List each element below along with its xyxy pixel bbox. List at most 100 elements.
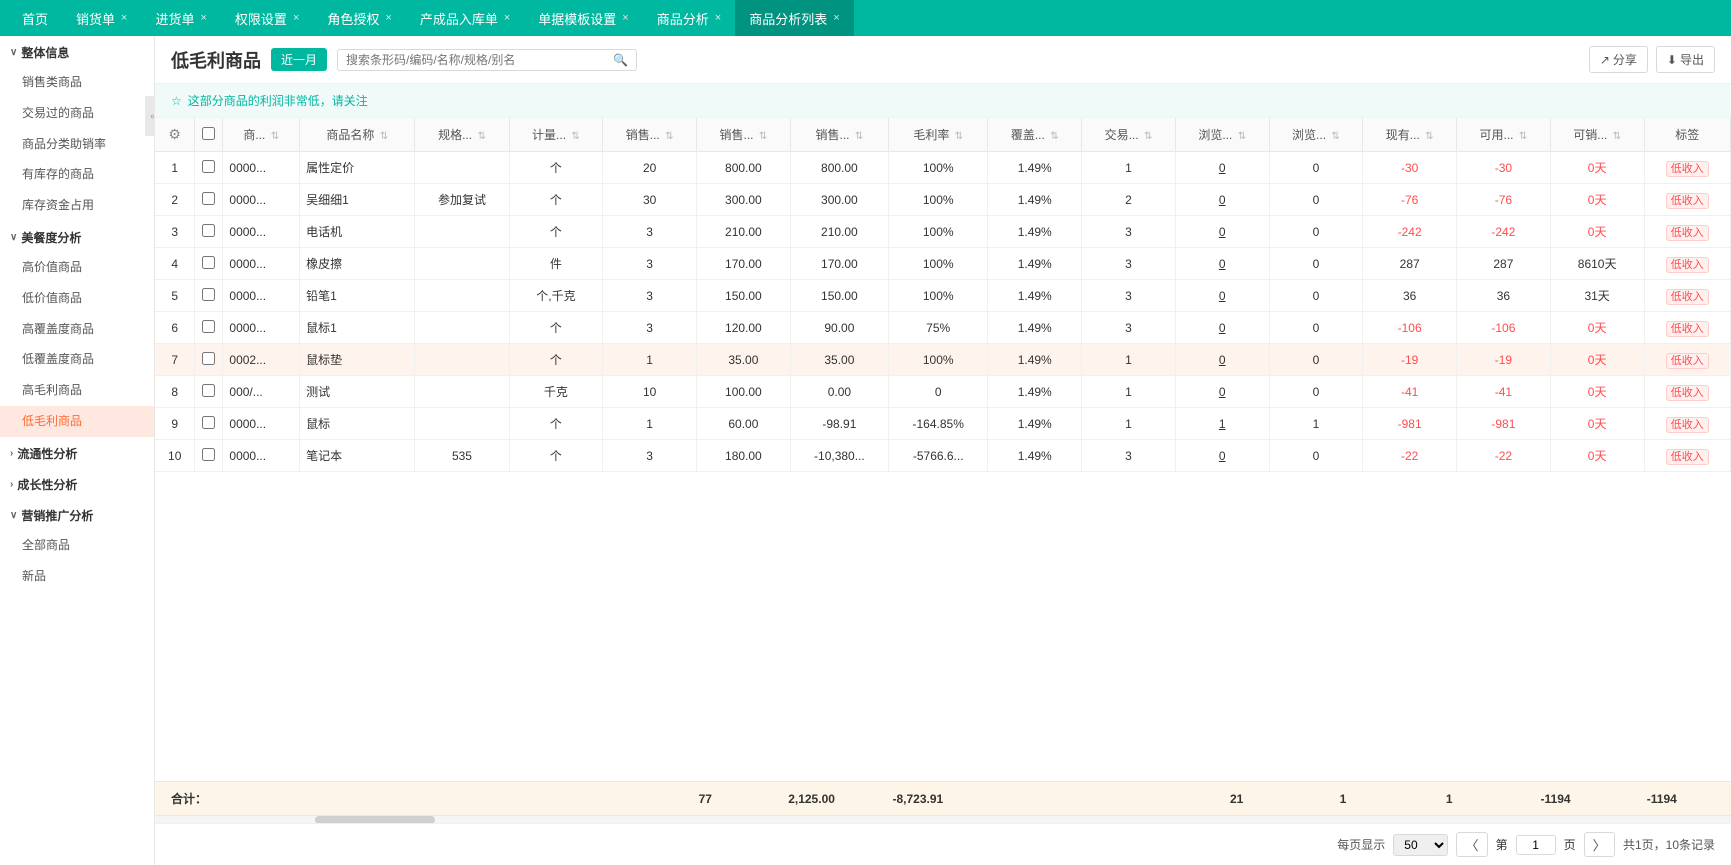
th-checkbox[interactable]: [195, 118, 223, 152]
row-view1[interactable]: 0: [1175, 344, 1269, 376]
sidebar-item-all-products[interactable]: 全部商品: [0, 530, 154, 561]
date-filter-button[interactable]: 近一月: [271, 48, 327, 71]
row-checkbox[interactable]: [202, 288, 215, 301]
row-checkbox-cell[interactable]: [195, 184, 223, 216]
th-sales-price[interactable]: 销售... ⇅: [697, 118, 791, 152]
sidebar-group-marketing-analysis[interactable]: ∨ 营销推广分析: [0, 499, 154, 530]
search-input[interactable]: [346, 53, 613, 67]
nav-close-template[interactable]: ×: [622, 12, 628, 24]
sidebar-item-high-value[interactable]: 高价值商品: [0, 252, 154, 283]
sidebar-item-traded-products[interactable]: 交易过的商品: [0, 98, 154, 129]
export-button[interactable]: ⬇ 导出: [1656, 46, 1715, 73]
sidebar-item-high-margin[interactable]: 高毛利商品: [0, 375, 154, 406]
nav-product-storage[interactable]: 产成品入库单 ×: [406, 0, 524, 36]
th-view1[interactable]: 浏览... ⇅: [1175, 118, 1269, 152]
th-settings[interactable]: ⚙: [155, 118, 195, 152]
nav-product-analysis-list[interactable]: 商品分析列表 ×: [735, 0, 853, 36]
nav-home[interactable]: 首页: [8, 0, 62, 36]
row-current-stock: -242: [1363, 216, 1457, 248]
nav-close-purchase[interactable]: ×: [200, 12, 206, 24]
nav-close-role[interactable]: ×: [385, 12, 391, 24]
th-sellable[interactable]: 可销... ⇅: [1550, 118, 1644, 152]
th-code[interactable]: 商... ⇅: [223, 118, 300, 152]
sidebar-item-low-margin[interactable]: 低毛利商品: [0, 406, 154, 437]
prev-page-button[interactable]: 〈: [1456, 832, 1487, 857]
row-checkbox[interactable]: [202, 384, 215, 397]
data-table: ⚙ 商... ⇅ 商品名称 ⇅: [155, 118, 1731, 472]
th-coverage[interactable]: 覆盖... ⇅: [988, 118, 1082, 152]
sidebar-group-value-analysis[interactable]: ∨ 美餐度分析: [0, 221, 154, 252]
nav-sales-order[interactable]: 销货单 ×: [62, 0, 141, 36]
th-current-stock[interactable]: 现有... ⇅: [1363, 118, 1457, 152]
nav-role-auth[interactable]: 角色授权 ×: [313, 0, 405, 36]
sidebar-group-flow-analysis[interactable]: › 流通性分析: [0, 437, 154, 468]
row-checkbox[interactable]: [202, 160, 215, 173]
settings-icon[interactable]: ⚙: [168, 126, 181, 142]
row-checkbox-cell[interactable]: [195, 440, 223, 472]
row-view1[interactable]: 0: [1175, 376, 1269, 408]
page-size-select[interactable]: 50 20 100: [1393, 834, 1448, 856]
row-view1[interactable]: 0: [1175, 280, 1269, 312]
share-button[interactable]: ↗ 分享: [1589, 46, 1648, 73]
sidebar-group-overall[interactable]: ∨ 整体信息: [0, 36, 154, 67]
row-view1[interactable]: 0: [1175, 440, 1269, 472]
sidebar-group-growth-analysis[interactable]: › 成长性分析: [0, 468, 154, 499]
row-checkbox-cell[interactable]: [195, 376, 223, 408]
row-checkbox-cell[interactable]: [195, 152, 223, 184]
row-view1[interactable]: 0: [1175, 184, 1269, 216]
sidebar-item-high-coverage[interactable]: 高覆盖度商品: [0, 314, 154, 345]
row-checkbox[interactable]: [202, 192, 215, 205]
row-checkbox[interactable]: [202, 352, 215, 365]
nav-product-analysis[interactable]: 商品分析 ×: [643, 0, 735, 36]
row-view1[interactable]: 0: [1175, 312, 1269, 344]
sidebar-collapse-btn[interactable]: «: [145, 96, 155, 136]
row-checkbox-cell[interactable]: [195, 408, 223, 440]
nav-close-storage[interactable]: ×: [504, 12, 510, 24]
nav-permission[interactable]: 权限设置 ×: [221, 0, 313, 36]
th-available[interactable]: 可用... ⇅: [1457, 118, 1551, 152]
th-trade-count[interactable]: 交易... ⇅: [1082, 118, 1176, 152]
row-view1[interactable]: 0: [1175, 248, 1269, 280]
sidebar-item-low-coverage[interactable]: 低覆盖度商品: [0, 344, 154, 375]
table-container[interactable]: ⚙ 商... ⇅ 商品名称 ⇅: [155, 118, 1731, 781]
th-gross-margin[interactable]: 毛利率 ⇅: [889, 118, 988, 152]
th-view2[interactable]: 浏览... ⇅: [1269, 118, 1363, 152]
nav-close-sales[interactable]: ×: [121, 12, 127, 24]
row-checkbox[interactable]: [202, 320, 215, 333]
row-view1[interactable]: 0: [1175, 216, 1269, 248]
nav-template-setting[interactable]: 单据模板设置 ×: [524, 0, 642, 36]
row-checkbox-cell[interactable]: [195, 280, 223, 312]
sidebar-item-inventory-capital[interactable]: 库存资金占用: [0, 190, 154, 221]
th-sales-amount[interactable]: 销售... ⇅: [790, 118, 888, 152]
page-number-input[interactable]: [1516, 835, 1556, 855]
row-checkbox[interactable]: [202, 256, 215, 269]
th-name[interactable]: 商品名称 ⇅: [300, 118, 415, 152]
nav-close-analysis[interactable]: ×: [715, 12, 721, 24]
row-checkbox-cell[interactable]: [195, 248, 223, 280]
sidebar-item-sales-products[interactable]: 销售类商品: [0, 67, 154, 98]
sidebar-item-low-value[interactable]: 低价值商品: [0, 283, 154, 314]
th-sales-qty[interactable]: 销售... ⇅: [603, 118, 697, 152]
next-page-button[interactable]: 〉: [1584, 832, 1615, 857]
row-checkbox-cell[interactable]: [195, 312, 223, 344]
nav-close-analysis-list[interactable]: ×: [833, 12, 839, 24]
horizontal-scrollbar[interactable]: [155, 815, 1731, 823]
row-sellable: 31天: [1550, 280, 1644, 312]
sidebar-item-in-stock[interactable]: 有库存的商品: [0, 159, 154, 190]
nav-purchase-order[interactable]: 进货单 ×: [141, 0, 220, 36]
nav-close-permission[interactable]: ×: [293, 12, 299, 24]
row-checkbox-cell[interactable]: [195, 216, 223, 248]
sidebar-item-new-products[interactable]: 新品: [0, 561, 154, 592]
row-checkbox-cell[interactable]: [195, 344, 223, 376]
search-icon[interactable]: 🔍: [613, 53, 628, 67]
row-view1[interactable]: 0: [1175, 152, 1269, 184]
sidebar-item-category-sales-rate[interactable]: 商品分类助销率: [0, 129, 154, 160]
th-unit[interactable]: 计量... ⇅: [509, 118, 603, 152]
th-spec[interactable]: 规格... ⇅: [415, 118, 509, 152]
row-checkbox[interactable]: [202, 448, 215, 461]
select-all-checkbox[interactable]: [202, 127, 215, 140]
row-checkbox[interactable]: [202, 224, 215, 237]
row-checkbox[interactable]: [202, 416, 215, 429]
th-tag[interactable]: 标签: [1644, 118, 1731, 152]
row-view1[interactable]: 1: [1175, 408, 1269, 440]
